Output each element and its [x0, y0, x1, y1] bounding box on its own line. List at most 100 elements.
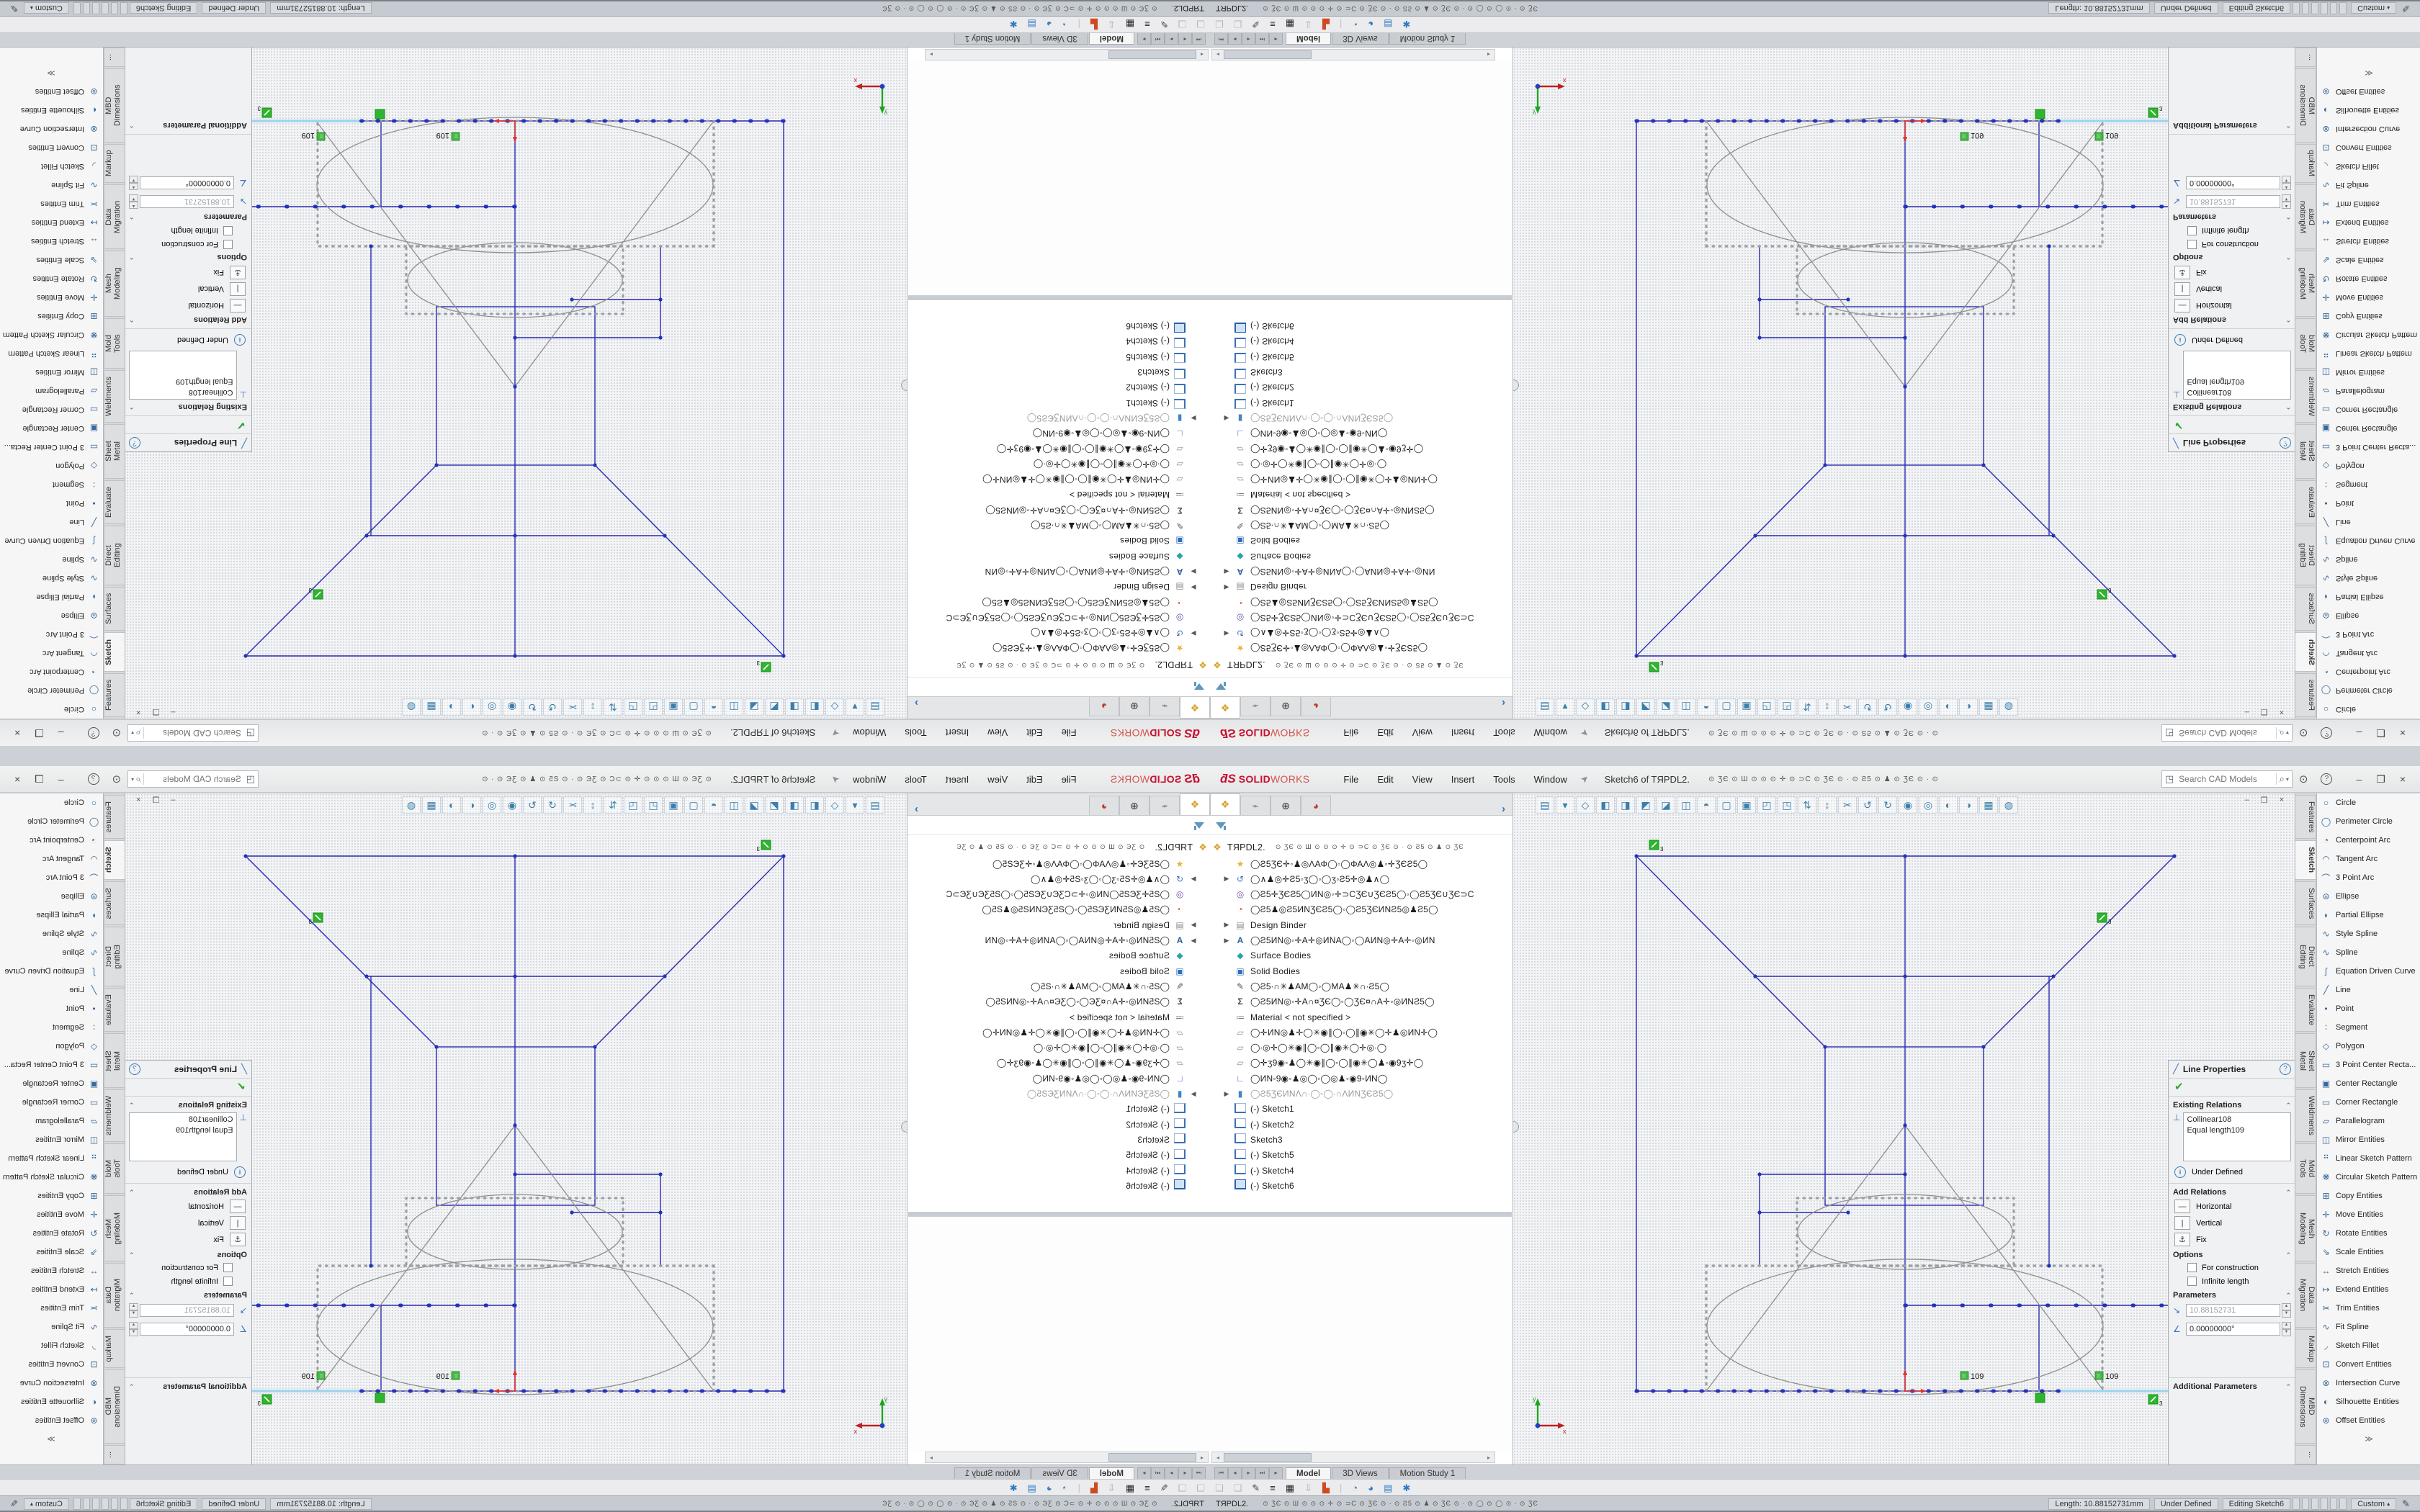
search-icon[interactable]: ⌕	[135, 773, 144, 785]
bottom-toolbar-icon-1[interactable]: ❏	[1178, 19, 1187, 30]
bottom-toolbar-icon-6[interactable]: ▙	[1090, 19, 1098, 30]
tree-item[interactable]: (-) Sketch5	[1220, 349, 1523, 364]
tree-item[interactable]: Σ◯Ƨ5ИΝ◎◦✛Α∩¤ƷЄ◯◦◯ƷЄ¤∩Α✛◦◎ИΝƧ5◯	[897, 503, 1200, 518]
tool-point[interactable]: •Point	[2317, 999, 2420, 1018]
tree-item[interactable]: (-) Sketch2	[897, 380, 1200, 395]
tree-item[interactable]: ∟◯ИΝ◦9◉◦♟◎◯◦◯◎♟◦◉9◦ИΝ◯	[897, 426, 1200, 441]
command-tab-[interactable]: ...	[2295, 48, 2316, 67]
options-header[interactable]: Options ⌃	[125, 1248, 251, 1261]
tool-stretch-entities[interactable]: ↔Stretch Entities	[0, 1261, 103, 1280]
quick-access-toolbar[interactable]: ⊙ ƷЄ ⊙ Ш ⊙ ⊙ ⊙ ✛ ⊙ ⊃Ϲ ⊙ ƷЄ ⊙ ∙ ⊙ Ƨ5 ⊙ ♟ …	[481, 729, 712, 737]
tool-3-point-arc[interactable]: ⌒3 Point Arc	[0, 625, 103, 644]
tree-item[interactable]: ▶↺◯∧♟◎✛Ƨ5◦ʒ◯◦◯ʒ◦Ƨ5✛◎♟∧◯	[1220, 626, 1523, 641]
search-input[interactable]	[144, 773, 242, 785]
help-icon[interactable]: ?	[88, 773, 99, 785]
search-input[interactable]	[2177, 727, 2275, 739]
relation-tag[interactable]: = 109	[436, 1372, 460, 1381]
tool-spline[interactable]: ∿Spline	[2317, 943, 2420, 962]
collapse-chevron-icon[interactable]: ⌃	[129, 1383, 135, 1391]
tool-corner-rectangle[interactable]: ▭Corner Rectangle	[0, 400, 103, 419]
option-for-construction[interactable]: For construction	[125, 1261, 251, 1274]
relation-tag[interactable]: = 109	[2095, 131, 2118, 140]
tree-item[interactable]: ▶↺◯∧♟◎✛Ƨ5◦ʒ◯◦◯ʒ◦Ƨ5✛◎♟∧◯	[1220, 871, 1523, 886]
angle-spinner[interactable]: ▲▼	[129, 176, 138, 190]
tree-item[interactable]: ≔Material < not specified >	[897, 487, 1200, 503]
tool-offset-entities[interactable]: ⊚Offset Entities	[2317, 1411, 2420, 1430]
tree-item[interactable]: (-) Sketch6	[897, 319, 1200, 334]
tree-item[interactable]: ▱◯∙◎✛◯✳◉∥◯◦◯∥◉✳◯✛◎∙◯	[897, 456, 1200, 472]
menu-item-edit[interactable]: Edit	[1017, 772, 1052, 787]
expand-arrow-icon[interactable]: ▶	[1220, 937, 1233, 945]
tool-extend-entities[interactable]: ↦Extend Entities	[2317, 1280, 2420, 1299]
tree-filter[interactable]	[1210, 677, 1512, 696]
menu-item-file[interactable]: File	[1052, 726, 1086, 741]
expand-arrow-icon[interactable]: ▶	[1220, 568, 1233, 576]
tool-stretch-entities[interactable]: ↔Stretch Entities	[2317, 232, 2420, 251]
search-dropdown-icon[interactable]: ▾	[2286, 776, 2289, 783]
tool-style-spline[interactable]: ∿Style Spline	[2317, 924, 2420, 943]
tool-move-entities[interactable]: ✛Move Entities	[0, 1205, 103, 1224]
menu-item-view[interactable]: View	[1403, 726, 1442, 741]
tool-convert-entities[interactable]: ⊡Convert Entities	[2317, 138, 2420, 157]
help-icon[interactable]: ?	[2321, 727, 2332, 739]
search-input[interactable]	[2177, 773, 2275, 785]
status-edit-icon[interactable]: ✎	[10, 3, 18, 14]
featuremanager-tab-1[interactable]: ⌁	[1240, 697, 1270, 716]
add-relation-fix[interactable]: ⚓Fix	[125, 1231, 251, 1248]
bottom-toolbar-icon-11[interactable]: ✱	[1010, 19, 1018, 30]
relation-item[interactable]: Equal length109	[133, 1125, 233, 1136]
collapse-chevron-icon[interactable]: ⌃	[2285, 316, 2291, 324]
menu-item-tools[interactable]: Tools	[1484, 726, 1524, 741]
restore-button[interactable]: ❐	[2369, 772, 2393, 787]
search-dropdown-icon[interactable]: ▾	[131, 730, 134, 737]
selected-point-marker[interactable]	[375, 109, 385, 119]
tree-item[interactable]: ◎◯Ƨ5✛ƷЄƧ5◯ИΝ◎◦✛⊃ϹƷЄ∪ƷЄƧ5◯◦◯Ƨ5ƷЄ∪ƷЄ⊃Ϲ	[1220, 887, 1523, 902]
command-tab-surfaces[interactable]: Surfaces	[2295, 587, 2316, 631]
tool-intersection-curve[interactable]: ⊗Intersection Curve	[2317, 120, 2420, 138]
collapse-chevron-icon[interactable]: ⌃	[2285, 1383, 2291, 1391]
close-button[interactable]: ×	[7, 772, 27, 786]
tree-item[interactable]: ▣Solid Bodies	[1220, 534, 1523, 549]
tool-extend-entities[interactable]: ↦Extend Entities	[0, 1280, 103, 1299]
command-tab-sketch[interactable]: Sketch	[2295, 633, 2316, 672]
panel-help-icon[interactable]: ?	[2280, 1063, 2291, 1075]
tool-3-point-center-recta---[interactable]: ▭3 Point Center Recta...	[0, 1056, 103, 1074]
bottom-toolbar-icon-5[interactable]: ⇩	[1108, 1482, 1116, 1494]
tree-item[interactable]: (-) Sketch4	[1220, 334, 1523, 349]
tree-item[interactable]: (-) Sketch1	[1220, 1102, 1523, 1117]
command-tab-features[interactable]: Features	[104, 673, 125, 717]
add-relation-fix[interactable]: ⚓Fix	[2169, 264, 2295, 281]
relation-tag[interactable]: = 109	[1960, 131, 1984, 140]
tool-linear-sketch-pattern[interactable]: ⠛Linear Sketch Pattern	[2317, 1149, 2420, 1168]
tree-item[interactable]: ▶▮◯Ƨ5ƷЄИΝΛ∩∙◯◦◯∙∩ΛИΝƷЄƧ5◯	[1220, 1086, 1523, 1102]
tool-sketch-fillet[interactable]: ◞Sketch Fillet	[2317, 1336, 2420, 1355]
tool-line[interactable]: ╱Line	[0, 981, 103, 999]
expand-arrow-icon[interactable]: ▶	[1220, 583, 1233, 591]
doc-tab-3d-views[interactable]: 3D Views	[1332, 32, 1388, 45]
tree-horizontal-scrollbar[interactable]: ◂ ▸	[925, 49, 1209, 60]
doc-tab-3d-views[interactable]: 3D Views	[1031, 32, 1088, 45]
edit-marker[interactable]: 3	[756, 660, 771, 672]
collapse-chevron-icon[interactable]: ⌃	[129, 1189, 135, 1197]
tool-offset-entities[interactable]: ⊚Offset Entities	[0, 1411, 103, 1430]
add-relation-vertical[interactable]: |Vertical	[125, 281, 251, 297]
tree-splitter[interactable]	[1210, 294, 1512, 300]
quick-access-toolbar[interactable]: ⊙ ƷЄ ⊙ Ш ⊙ ⊙ ⊙ ✛ ⊙ ⊃Ϲ ⊙ ƷЄ ⊙ ∙ ⊙ Ƨ5 ⊙ ♟ …	[481, 775, 712, 783]
scroll-thumb[interactable]	[1224, 50, 1312, 59]
option-infinite-length[interactable]: Infinite length	[2169, 1274, 2295, 1288]
breadcrumb-expand-icon[interactable]: ›	[1494, 697, 1512, 709]
menu-item-insert[interactable]: Insert	[936, 772, 979, 787]
breadcrumb-expand-icon[interactable]: ›	[908, 697, 926, 709]
edit-marker[interactable]: 3	[1649, 660, 1664, 672]
tree-item[interactable]: ▶▤Design Binder	[1220, 917, 1523, 932]
command-tab-datamigration[interactable]: Data Migration	[2295, 1263, 2316, 1327]
tool-copy-entities[interactable]: ⊞Copy Entities	[2317, 1187, 2420, 1205]
tool-extend-entities[interactable]: ↦Extend Entities	[0, 213, 103, 232]
tool-circle[interactable]: ○Circle	[0, 793, 103, 812]
tree-item[interactable]: ✎◯Ƨ5∙∩✳♟ΑΜ◯◦◯ΜΑ♟✳∩∙Ƨ5◯	[897, 518, 1200, 534]
tree-item[interactable]: ▣Solid Bodies	[897, 534, 1200, 549]
tree-item[interactable]: ▱◯✛ʒ9◉◦♟◯✳◉∥◯◦◯∥◉✳◯♟◦◉9ʒ✛◯	[1220, 1056, 1523, 1071]
more-tools-icon[interactable]: ≫	[2317, 1434, 2420, 1444]
option-infinite-length[interactable]: Infinite length	[125, 1274, 251, 1288]
menu-item-edit[interactable]: Edit	[1368, 772, 1402, 787]
